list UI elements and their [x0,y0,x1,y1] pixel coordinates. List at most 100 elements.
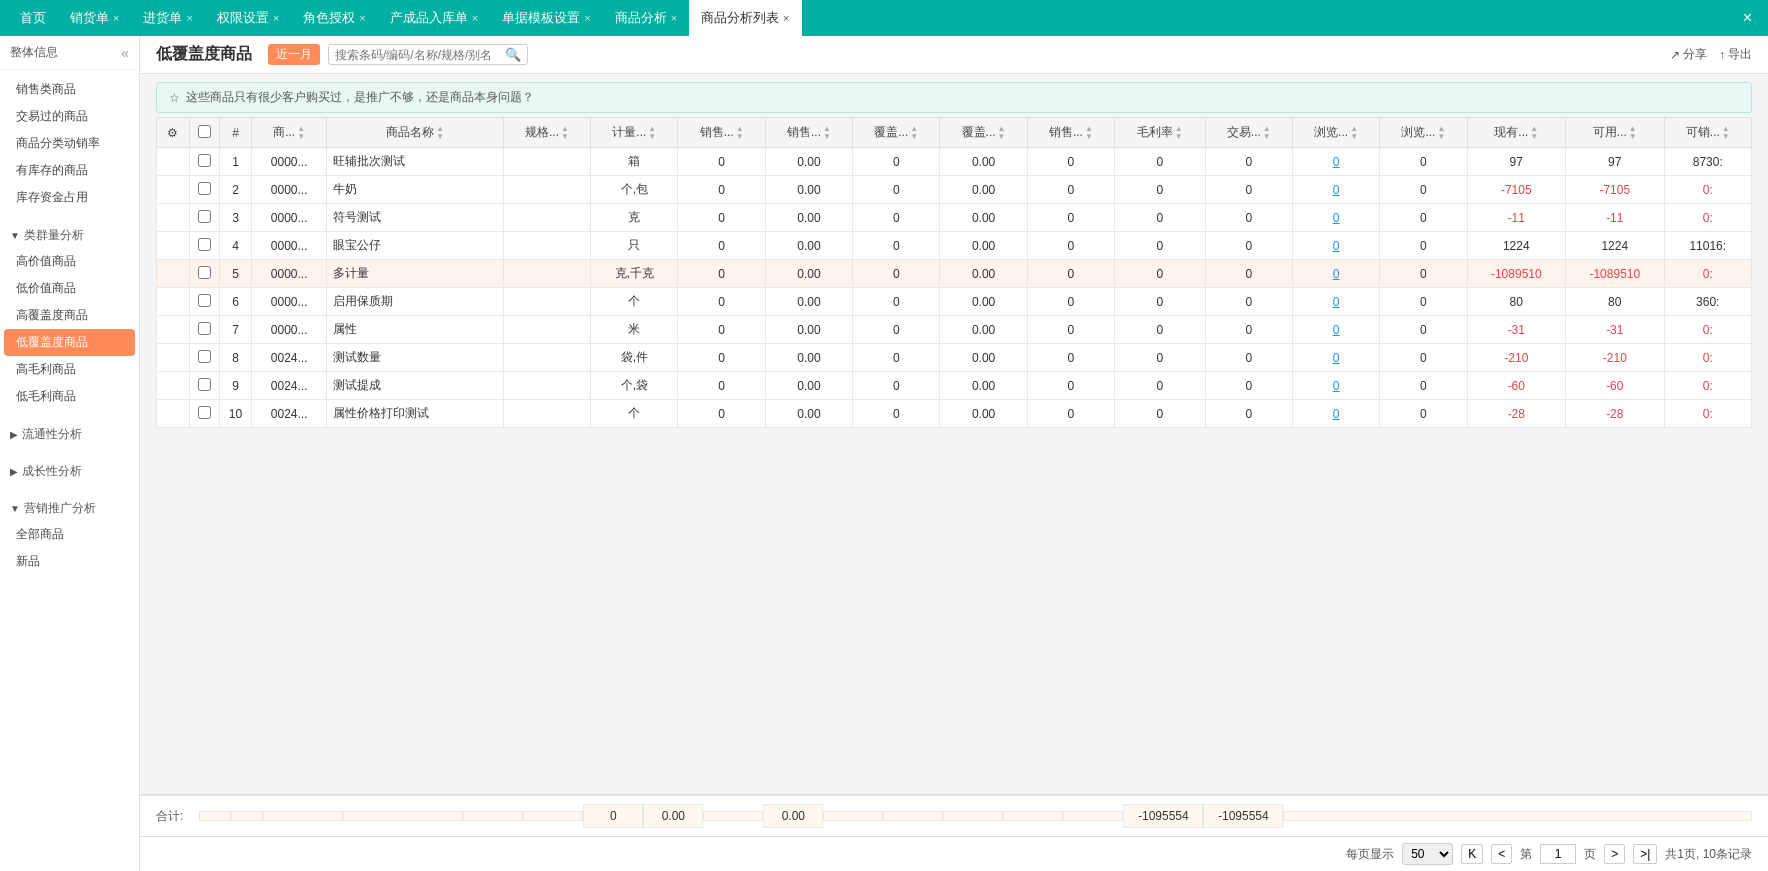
nav-close-product-analysis-list[interactable]: × [783,12,789,24]
nav-close-role-auth[interactable]: × [359,12,365,24]
cell-checkbox[interactable] [189,176,219,204]
nav-close-permissions[interactable]: × [273,12,279,24]
search-input[interactable] [335,48,505,62]
col-sales-amt[interactable]: 销售...▲▼ [765,118,852,148]
sidebar: 整体信息 « 销售类商品 交易过的商品 商品分类动销率 有库存的商品 库存资金占… [0,36,140,871]
cell-checkbox[interactable] [189,344,219,372]
row-checkbox[interactable] [198,350,211,363]
nav-close-template-settings[interactable]: × [584,12,590,24]
nav-product-warehouse[interactable]: 产成品入库单 × [378,0,490,36]
cell-checkbox[interactable] [189,316,219,344]
col-cover-a[interactable]: 覆盖...▲▼ [853,118,940,148]
cell-sales-amt: 0.00 [765,176,852,204]
col-settings[interactable]: ⚙ [157,118,190,148]
sidebar-section-flow-title[interactable]: ▶ 流通性分析 [0,422,139,447]
nav-close-purchase-order[interactable]: × [186,12,192,24]
cell-browse-a[interactable]: 0 [1292,148,1379,176]
per-page-select[interactable]: 50 100 200 [1402,843,1453,865]
prev-page-button[interactable]: < [1491,844,1512,864]
cell-sales-amt: 0.00 [765,260,852,288]
row-checkbox[interactable] [198,266,211,279]
page-input[interactable] [1540,844,1576,864]
row-checkbox[interactable] [198,406,211,419]
cell-checkbox[interactable] [189,232,219,260]
sidebar-item-low-value[interactable]: 低价值商品 [0,275,139,302]
cell-browse-a[interactable]: 0 [1292,400,1379,428]
col-unit[interactable]: 计量...▲▼ [591,118,678,148]
cell-browse-a[interactable]: 0 [1292,344,1379,372]
sidebar-item-low-coverage[interactable]: 低覆盖度商品 [4,329,135,356]
col-available[interactable]: 可用...▲▼ [1566,118,1665,148]
nav-close-all[interactable]: × [1735,9,1760,27]
cell-browse-a[interactable]: 0 [1292,316,1379,344]
cell-checkbox[interactable] [189,260,219,288]
last-page-button[interactable]: >| [1633,844,1657,864]
sidebar-collapse-button[interactable]: « [121,45,129,61]
nav-close-product-warehouse[interactable]: × [472,12,478,24]
sidebar-item-category-rate[interactable]: 商品分类动销率 [0,130,139,157]
col-gross-rate[interactable]: 毛利率▲▼ [1115,118,1206,148]
col-name[interactable]: 商品名称▲▼ [327,118,503,148]
cell-browse-a[interactable]: 0 [1292,260,1379,288]
nav-home[interactable]: 首页 [8,0,58,36]
row-checkbox[interactable] [198,210,211,223]
sidebar-item-all-goods[interactable]: 全部商品 [0,521,139,548]
search-icon[interactable]: 🔍 [505,47,521,62]
sidebar-item-high-margin[interactable]: 高毛利商品 [0,356,139,383]
sidebar-section-growth-title[interactable]: ▶ 成长性分析 [0,459,139,484]
export-button[interactable]: ↑ 导出 [1719,46,1752,63]
nav-sales-order[interactable]: 销货单 × [58,0,131,36]
col-cover-b[interactable]: 覆盖...▲▼ [940,118,1027,148]
sidebar-item-stock-capital[interactable]: 库存资金占用 [0,184,139,211]
row-checkbox[interactable] [198,182,211,195]
col-code[interactable]: 商...▲▼ [251,118,326,148]
nav-product-analysis-list[interactable]: 商品分析列表 × [689,0,801,36]
sidebar-item-high-value[interactable]: 高价值商品 [0,248,139,275]
col-browse-b[interactable]: 浏览...▲▼ [1380,118,1467,148]
cell-browse-a[interactable]: 0 [1292,176,1379,204]
nav-permissions[interactable]: 权限设置 × [205,0,291,36]
sidebar-item-high-coverage[interactable]: 高覆盖度商品 [0,302,139,329]
col-spec[interactable]: 规格...▲▼ [503,118,590,148]
col-trade[interactable]: 交易...▲▼ [1205,118,1292,148]
nav-purchase-order[interactable]: 进货单 × [131,0,204,36]
share-button[interactable]: ↗ 分享 [1670,46,1707,63]
period-button[interactable]: 近一月 [268,44,320,65]
sidebar-item-new-goods[interactable]: 新品 [0,548,139,575]
cell-checkbox[interactable] [189,372,219,400]
cell-browse-a[interactable]: 0 [1292,232,1379,260]
nav-close-product-analysis[interactable]: × [671,12,677,24]
next-page-button[interactable]: > [1604,844,1625,864]
sidebar-section-marketing-title[interactable]: ▼ 营销推广分析 [0,496,139,521]
cell-checkbox[interactable] [189,400,219,428]
sidebar-section-quality-title[interactable]: ▼ 类群量分析 [0,223,139,248]
cell-cover-b: 0.00 [940,204,1027,232]
col-select-all[interactable] [189,118,219,148]
cell-browse-a[interactable]: 0 [1292,372,1379,400]
col-sellable[interactable]: 可销...▲▼ [1664,118,1751,148]
cell-checkbox[interactable] [189,148,219,176]
cell-browse-a[interactable]: 0 [1292,204,1379,232]
nav-close-sales-order[interactable]: × [113,12,119,24]
nav-product-analysis[interactable]: 商品分析 × [603,0,689,36]
cell-checkbox[interactable] [189,288,219,316]
cell-browse-a[interactable]: 0 [1292,288,1379,316]
sidebar-item-low-margin[interactable]: 低毛利商品 [0,383,139,410]
col-browse-a[interactable]: 浏览...▲▼ [1292,118,1379,148]
nav-template-settings[interactable]: 单据模板设置 × [490,0,602,36]
sidebar-item-sales-goods[interactable]: 销售类商品 [0,76,139,103]
col-current[interactable]: 现有...▲▼ [1467,118,1566,148]
col-sales-qty[interactable]: 销售...▲▼ [678,118,765,148]
sidebar-item-traded-goods[interactable]: 交易过的商品 [0,103,139,130]
row-checkbox[interactable] [198,294,211,307]
nav-role-auth[interactable]: 角色授权 × [291,0,377,36]
first-page-button[interactable]: K [1461,844,1483,864]
col-sales-c[interactable]: 销售...▲▼ [1027,118,1114,148]
row-checkbox[interactable] [198,322,211,335]
row-checkbox[interactable] [198,378,211,391]
row-checkbox[interactable] [198,238,211,251]
cell-checkbox[interactable] [189,204,219,232]
select-all-checkbox[interactable] [198,125,211,138]
sidebar-item-in-stock[interactable]: 有库存的商品 [0,157,139,184]
row-checkbox[interactable] [198,154,211,167]
